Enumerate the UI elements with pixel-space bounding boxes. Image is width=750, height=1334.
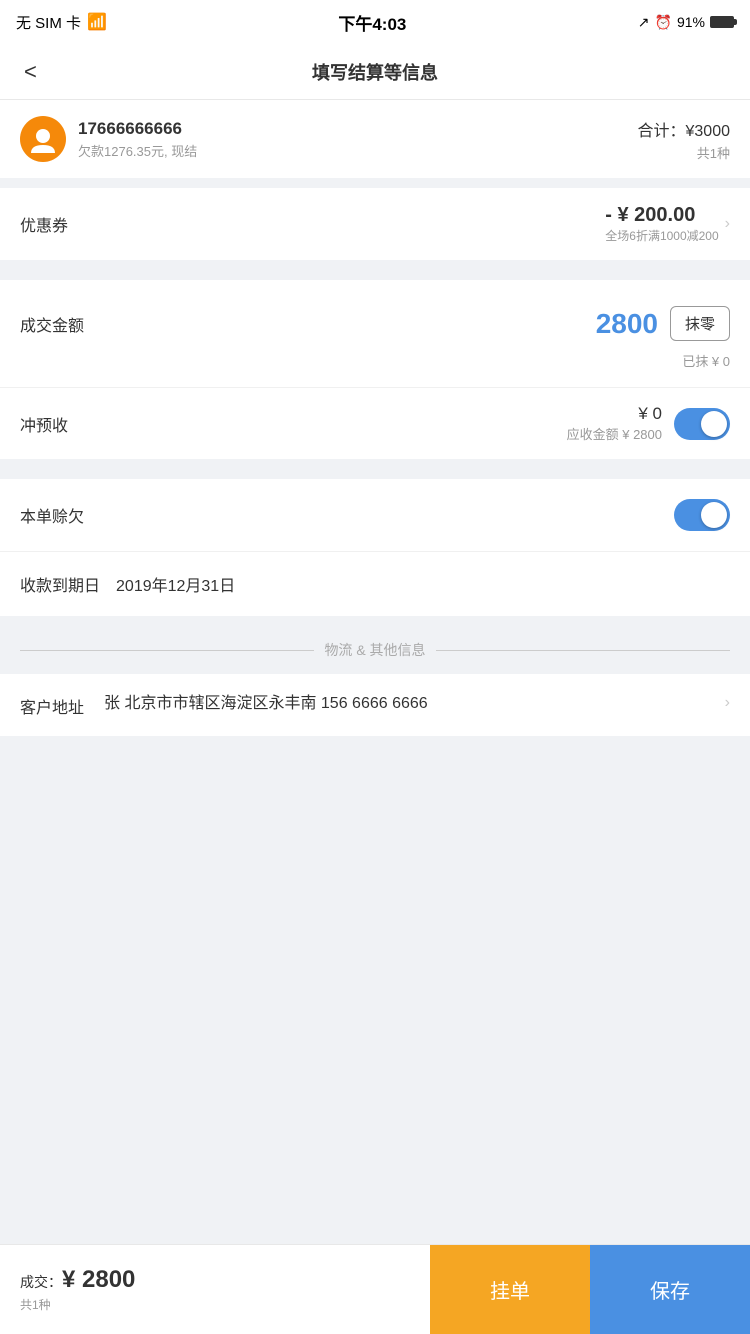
section-divider-1 [0, 270, 750, 280]
sim-label: 无 SIM 卡 [16, 12, 81, 33]
bottom-deal-label: 成交： [20, 1274, 62, 1290]
debt-toggle[interactable] [674, 499, 730, 531]
address-label: 客户地址 [20, 692, 84, 718]
precollect-toggle[interactable] [674, 408, 730, 440]
avatar-icon [29, 125, 57, 153]
bottom-bar: 成交：¥ 2800 共1种 挂单 保存 [0, 1244, 750, 1334]
main-content: 17666666666 欠款1276.35元, 现结 合计：¥3000 共1种 … [0, 100, 750, 1036]
precollect-row: 冲预收 ¥ 0 应收金额 ¥ 2800 [20, 404, 730, 443]
bottom-actions: 挂单 保存 [430, 1245, 750, 1334]
amount-section: 成交金额 2800 抹零 已抹 ¥ 0 [0, 280, 750, 387]
user-right: 合计：¥3000 共1种 [638, 117, 731, 162]
logistics-section: 物流 & 其他信息 [0, 626, 750, 674]
amount-label: 成交金额 [20, 312, 84, 336]
battery-icon [710, 16, 734, 28]
location-icon: ↗ [638, 14, 650, 31]
status-bar: 无 SIM 卡 📶 下午4:03 ↗ ⏰ 91% [0, 0, 750, 44]
debt-label: 本单赊欠 [20, 503, 84, 527]
precollect-value-block: ¥ 0 应收金额 ¥ 2800 [567, 404, 662, 443]
bottom-deal-amount: ¥ 2800 [62, 1266, 135, 1293]
precollect-label: 冲预收 [20, 412, 68, 436]
amount-sub: 已抹 ¥ 0 [682, 354, 730, 369]
address-section[interactable]: 客户地址 张 北京市市辖区海淀区永丰南 156 6666 6666 › [0, 674, 750, 736]
round-off-button[interactable]: 抹零 [670, 306, 730, 341]
status-right: ↗ ⏰ 91% [638, 14, 734, 31]
precollect-amount: ¥ 0 [567, 404, 662, 424]
section-divider-2 [0, 459, 750, 469]
user-phone: 17666666666 [78, 119, 197, 139]
user-left: 17666666666 欠款1276.35元, 现结 [20, 116, 197, 162]
bottom-deal: 成交：¥ 2800 [20, 1266, 410, 1294]
debt-section: 本单赊欠 [0, 479, 750, 551]
coupon-label: 优惠券 [20, 212, 68, 236]
save-button[interactable]: 保存 [590, 1245, 750, 1334]
hang-button[interactable]: 挂单 [430, 1245, 590, 1334]
status-left: 无 SIM 卡 📶 [16, 12, 107, 33]
order-total: 合计：¥3000 [638, 117, 731, 141]
back-button[interactable]: < [16, 51, 45, 93]
battery-percent: 91% [677, 14, 705, 30]
duedate-row: 收款到期日 2019年12月31日 [20, 572, 730, 596]
precollect-right: ¥ 0 应收金额 ¥ 2800 [567, 404, 730, 443]
wifi-icon: 📶 [87, 12, 107, 32]
coupon-row[interactable]: 优惠券 - ¥ 200.00 全场6折满1000减200 › [0, 188, 750, 260]
coupon-amount: - ¥ 200.00 [605, 204, 718, 227]
order-count: 共1种 [638, 143, 731, 162]
logistics-line-left [20, 650, 314, 651]
coupon-chevron-icon: › [725, 215, 730, 233]
status-time: 下午4:03 [338, 10, 406, 35]
precollect-sub: 应收金额 ¥ 2800 [567, 424, 662, 443]
debt-toggle-knob [701, 502, 727, 528]
duedate-section: 收款到期日 2019年12月31日 [0, 551, 750, 616]
empty-space [0, 736, 750, 936]
alarm-icon: ⏰ [655, 14, 672, 31]
address-chevron-icon: › [725, 692, 730, 712]
coupon-desc: 全场6折满1000减200 [605, 227, 718, 244]
precollect-section: 冲预收 ¥ 0 应收金额 ¥ 2800 [0, 387, 750, 459]
coupon-right: - ¥ 200.00 全场6折满1000减200 › [605, 204, 730, 244]
page-title: 填写结算等信息 [312, 59, 438, 85]
avatar [20, 116, 66, 162]
bottom-count: 共1种 [20, 1296, 410, 1313]
amount-right: 2800 抹零 [596, 306, 730, 341]
address-value: 张 北京市市辖区海淀区永丰南 156 6666 6666 [104, 692, 715, 716]
nav-bar: < 填写结算等信息 [0, 44, 750, 100]
bottom-summary: 成交：¥ 2800 共1种 [0, 1266, 430, 1313]
user-info: 17666666666 欠款1276.35元, 现结 [78, 119, 197, 160]
amount-value: 2800 [596, 308, 658, 340]
amount-row: 成交金额 2800 抹零 [20, 296, 730, 351]
logistics-label: 物流 & 其他信息 [324, 640, 425, 660]
precollect-toggle-knob [701, 411, 727, 437]
logistics-line-right [436, 650, 730, 651]
user-card: 17666666666 欠款1276.35元, 现结 合计：¥3000 共1种 [0, 100, 750, 178]
section-divider-3 [0, 616, 750, 626]
user-debt: 欠款1276.35元, 现结 [78, 141, 197, 160]
duedate-label: 收款到期日 [20, 572, 100, 596]
duedate-value: 2019年12月31日 [116, 572, 235, 596]
